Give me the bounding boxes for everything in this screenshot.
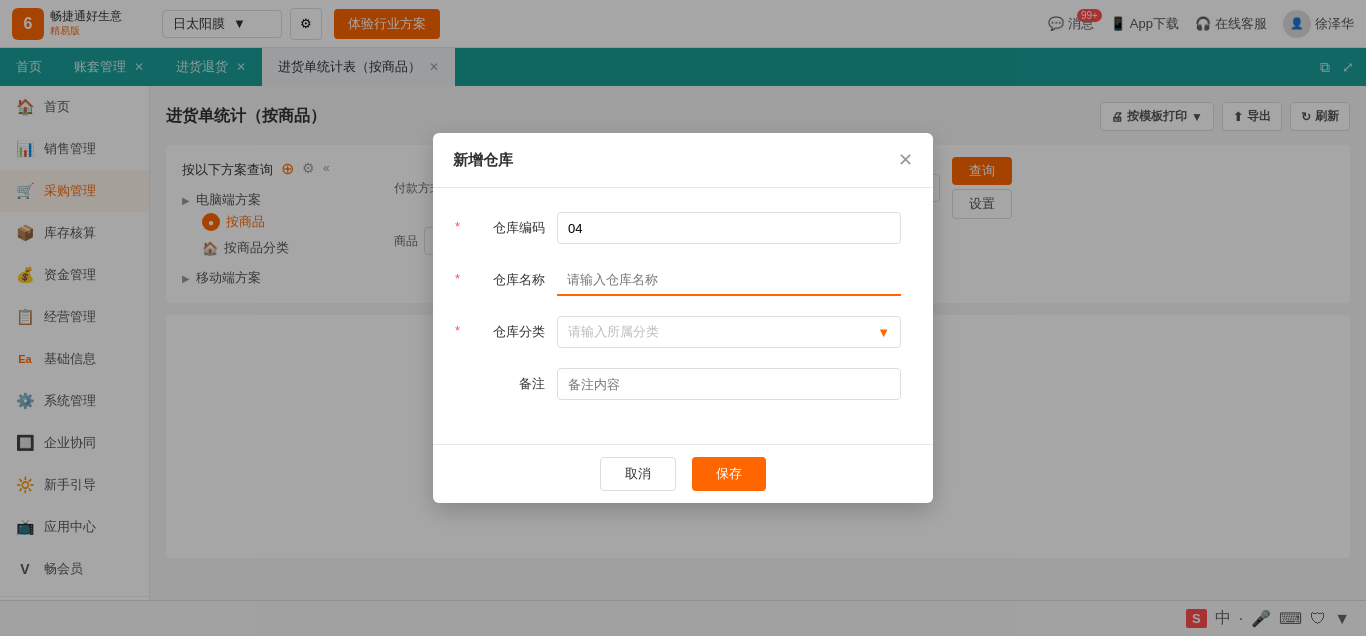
category-select[interactable]: 请输入所属分类 ▼ — [557, 316, 901, 348]
code-input[interactable] — [557, 212, 901, 244]
modal-close-icon[interactable]: ✕ — [898, 149, 913, 171]
form-row-remark: 备注 — [465, 368, 901, 400]
category-chevron-icon: ▼ — [877, 325, 890, 340]
form-row-code: 仓库编码 — [465, 212, 901, 244]
modal-overlay: 新增仓库 ✕ 仓库编码 仓库名称 仓库分类 请输入所属分类 ▼ — [0, 0, 1366, 636]
code-label: 仓库编码 — [465, 219, 545, 237]
name-input[interactable] — [557, 264, 901, 296]
form-row-name: 仓库名称 — [465, 264, 901, 296]
remark-label: 备注 — [465, 375, 545, 393]
save-button[interactable]: 保存 — [692, 457, 766, 491]
name-label: 仓库名称 — [465, 271, 545, 289]
modal-header: 新增仓库 ✕ — [433, 133, 933, 188]
add-warehouse-modal: 新增仓库 ✕ 仓库编码 仓库名称 仓库分类 请输入所属分类 ▼ — [433, 133, 933, 503]
form-row-category: 仓库分类 请输入所属分类 ▼ — [465, 316, 901, 348]
cancel-button[interactable]: 取消 — [600, 457, 676, 491]
modal-title: 新增仓库 — [453, 151, 513, 170]
modal-footer: 取消 保存 — [433, 444, 933, 503]
modal-body: 仓库编码 仓库名称 仓库分类 请输入所属分类 ▼ 备注 — [433, 188, 933, 444]
remark-input[interactable] — [557, 368, 901, 400]
category-label: 仓库分类 — [465, 323, 545, 341]
category-placeholder: 请输入所属分类 — [568, 323, 659, 341]
